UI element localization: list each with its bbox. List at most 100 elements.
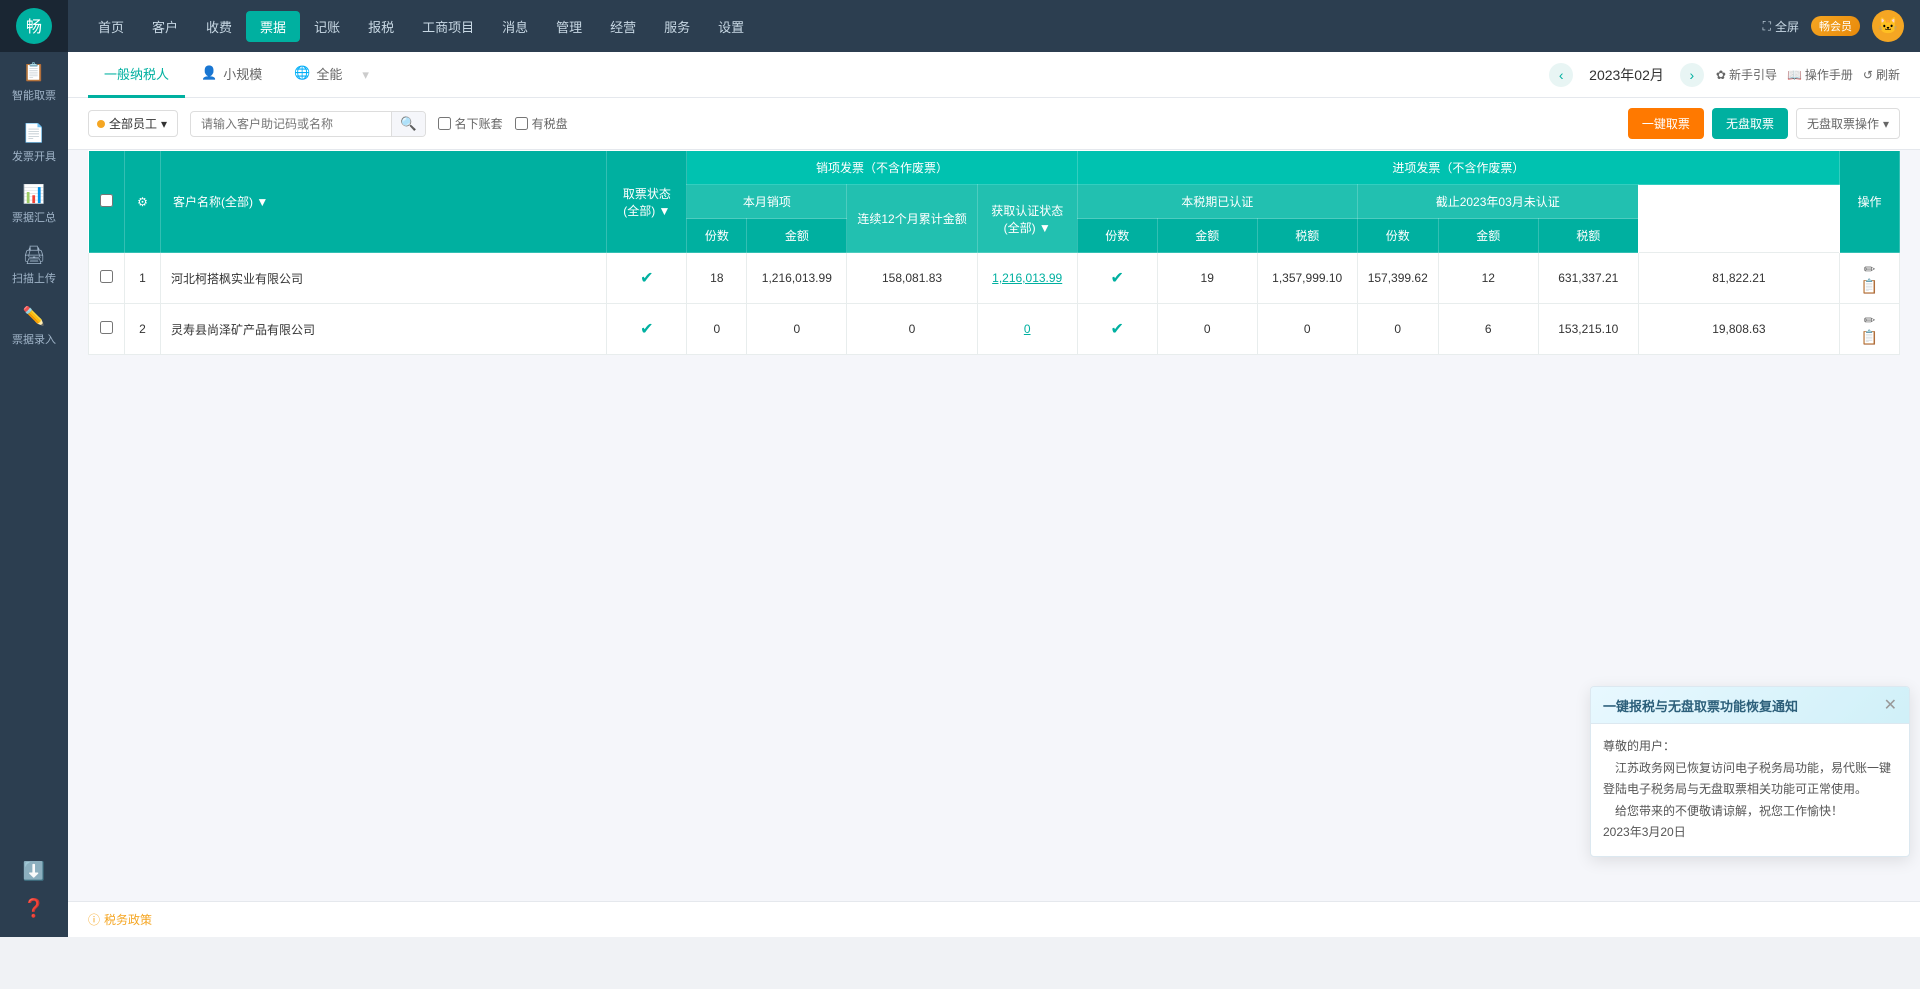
refresh-btn[interactable]: ↺ 刷新 (1863, 66, 1900, 83)
row1-edit-icon[interactable]: ✏ (1864, 261, 1876, 277)
tab-allround[interactable]: 🌐 全能 (278, 52, 358, 98)
sidebar-item-label-3: 票据汇总 (12, 209, 56, 225)
nav-customer[interactable]: 客户 (138, 11, 192, 42)
row1-leiji-link[interactable]: 1,216,013.99 (992, 271, 1062, 285)
row2-leiji-link[interactable]: 0 (1024, 322, 1031, 336)
search-button[interactable]: 🔍 (391, 112, 425, 136)
member-btn[interactable]: 畅会员 (1811, 16, 1860, 36)
employee-filter[interactable]: 全部员工 ▾ (88, 110, 178, 137)
nav-tax[interactable]: 报税 (354, 11, 408, 42)
row2-checkbox-cell (89, 304, 125, 355)
manual-btn[interactable]: 📖 操作手册 (1787, 66, 1853, 83)
tab-general-taxpayer[interactable]: 一般纳税人 (88, 52, 185, 98)
month-navigation: ‹ 2023年02月 › (1549, 63, 1704, 87)
user-avatar[interactable]: 🐱 (1872, 10, 1904, 42)
nav-operations[interactable]: 经营 (596, 11, 650, 42)
search-input[interactable] (191, 113, 391, 135)
guide-btn[interactable]: ✿ 新手引导 (1716, 66, 1777, 83)
col-customer-header: 客户名称(全部) ▼ (161, 151, 607, 253)
row2-xiao-jine: 0 (747, 304, 847, 355)
sidebar: 畅 📋 智能取票 📄 发票开具 📊 票据汇总 🖨 扫描上传 ✏️ 票据录入 ⬇️… (0, 0, 68, 937)
row2-checkbox[interactable] (100, 321, 113, 334)
col-uncert-header: 截止2023年03月未认证 (1357, 185, 1638, 219)
fullscreen-btn[interactable]: ⛶ 全屏 (1763, 18, 1799, 35)
col-xiao-fenshu: 份数 (687, 219, 747, 253)
nav-messages[interactable]: 消息 (488, 11, 542, 42)
table-body: 1 河北柯搭枫实业有限公司 ✔ 18 1,216,013.99 158,081.… (89, 253, 1900, 355)
nav-fees[interactable]: 收费 (192, 11, 246, 42)
table-wrapper: ⚙ 客户名称(全部) ▼ 取票状态(全部) ▼ 销项发票（不含作废票） 进项发票… (88, 150, 1900, 355)
col-jin-cert-jine: 金额 (1157, 219, 1257, 253)
sidebar-help-btn[interactable]: ❓ (0, 890, 68, 927)
nav-tickets[interactable]: 票据 (246, 11, 300, 42)
guide-icon: ✿ (1716, 68, 1726, 82)
row1-xiao-leiji: 1,216,013.99 (977, 253, 1077, 304)
row2-name-cell: 灵寿县尚泽矿产品有限公司 (161, 304, 607, 355)
row1-jin-uncert-fenshu: 12 (1438, 253, 1538, 304)
sidebar-item-smart-ticket[interactable]: 📋 智能取票 (0, 52, 68, 113)
col-settings-header: ⚙ (125, 151, 161, 253)
col-checkbox-header (89, 151, 125, 253)
nav-service[interactable]: 服务 (650, 11, 704, 42)
sidebar-item-label-2: 发票开具 (12, 148, 56, 164)
row2-jin-uncert-jine: 153,215.10 (1538, 304, 1638, 355)
notification-title: 一键报税与无盘取票功能恢复通知 (1603, 696, 1798, 715)
row1-jin-uncert-shuie: 81,822.21 (1638, 253, 1839, 304)
col-status-header: 取票状态(全部) ▼ (607, 151, 687, 253)
tax-disk-check[interactable] (515, 117, 528, 130)
filter-bar: 全部员工 ▾ 🔍 名下账套 有税盘 一键取票 无盘取票 无盘取票操作 ▾ (68, 98, 1920, 150)
sidebar-item-ticket-entry[interactable]: ✏️ 票据录入 (0, 296, 68, 357)
col-action-header: 操作 (1840, 151, 1900, 253)
ticket-summary-icon: 📊 (23, 184, 45, 205)
info-icon: ⓘ (88, 911, 100, 928)
table-row: 1 河北柯搭枫实业有限公司 ✔ 18 1,216,013.99 158,081.… (89, 253, 1900, 304)
row2-xiao-fenshu: 0 (687, 304, 747, 355)
sidebar-item-scan-upload[interactable]: 🖨 扫描上传 (0, 235, 68, 296)
topnav-right: ⛶ 全屏 畅会员 🐱 (1763, 10, 1904, 42)
nav-management[interactable]: 管理 (542, 11, 596, 42)
notification-scroll: 尊敬的用户： 江苏政务网已恢复访问电子税务局功能，易代账一键登陆电子税务局与无盘… (1591, 724, 1909, 856)
app-logo[interactable]: 畅 (0, 0, 68, 52)
bottom-bar: ⓘ 税务政策 (68, 901, 1920, 937)
yijian-ticket-btn[interactable]: 一键取票 (1628, 108, 1704, 139)
row2-edit-icon[interactable]: ✏ (1864, 312, 1876, 328)
sidebar-item-ticket-summary[interactable]: 📊 票据汇总 (0, 174, 68, 235)
notification-header: 一键报税与无盘取票功能恢复通知 ✕ (1591, 687, 1909, 724)
col-cert-status-header: 获取认证状态(全部) ▼ (977, 185, 1077, 253)
tab-small-scale[interactable]: 👤 小规模 (185, 52, 278, 98)
wupan-ticket-btn[interactable]: 无盘取票 (1712, 108, 1788, 139)
row1-detail-icon[interactable]: 📋 (1861, 278, 1878, 294)
row1-checkbox[interactable] (100, 270, 113, 283)
sidebar-item-invoice-issue[interactable]: 📄 发票开具 (0, 113, 68, 174)
col-jin-cert-shuie: 税额 (1257, 219, 1357, 253)
table-header-row1: ⚙ 客户名称(全部) ▼ 取票状态(全部) ▼ 销项发票（不含作废票） 进项发票… (89, 151, 1900, 185)
notification-close-btn[interactable]: ✕ (1884, 695, 1897, 715)
wupan-ops-btn[interactable]: 无盘取票操作 ▾ (1796, 108, 1900, 139)
row1-name-cell: 河北柯搭枫实业有限公司 (161, 253, 607, 304)
employee-dot (97, 120, 105, 128)
name-account-checkbox[interactable]: 名下账套 (438, 115, 503, 132)
nav-settings[interactable]: 设置 (704, 11, 758, 42)
nav-bookkeeping[interactable]: 记账 (300, 11, 354, 42)
row2-detail-icon[interactable]: 📋 (1861, 329, 1878, 345)
nav-home[interactable]: 首页 (84, 11, 138, 42)
select-all-checkbox[interactable] (100, 194, 113, 207)
col-this-period-cert: 本税期已认证 (1077, 185, 1357, 219)
tax-disk-checkbox[interactable]: 有税盘 (515, 115, 568, 132)
name-account-check[interactable] (438, 117, 451, 130)
row2-jin-uncert-fenshu: 6 (1438, 304, 1538, 355)
row1-jin-cert-icon-cell: ✔ (1077, 253, 1157, 304)
row2-jin-cert-icon: ✔ (1111, 321, 1124, 338)
member-tag[interactable]: 畅会员 (1811, 16, 1860, 36)
top-navigation: 首页 客户 收费 票据 记账 报税 工商项目 消息 管理 经营 服务 设置 ⛶ … (68, 0, 1920, 52)
small-scale-icon: 👤 (201, 65, 217, 81)
col-jin-group-header: 进项发票（不含作废票） (1077, 151, 1839, 185)
row1-status-icon: ✔ (640, 270, 653, 287)
main-table: ⚙ 客户名称(全部) ▼ 取票状态(全部) ▼ 销项发票（不含作废票） 进项发票… (88, 150, 1900, 355)
nav-business[interactable]: 工商项目 (408, 11, 488, 42)
next-month-btn[interactable]: › (1680, 63, 1704, 87)
sidebar-download-btn[interactable]: ⬇️ (0, 853, 68, 890)
col-xiao-group-header: 销项发票（不含作废票） (687, 151, 1077, 185)
prev-month-btn[interactable]: ‹ (1549, 63, 1573, 87)
tax-policy-link[interactable]: ⓘ 税务政策 (88, 911, 152, 928)
